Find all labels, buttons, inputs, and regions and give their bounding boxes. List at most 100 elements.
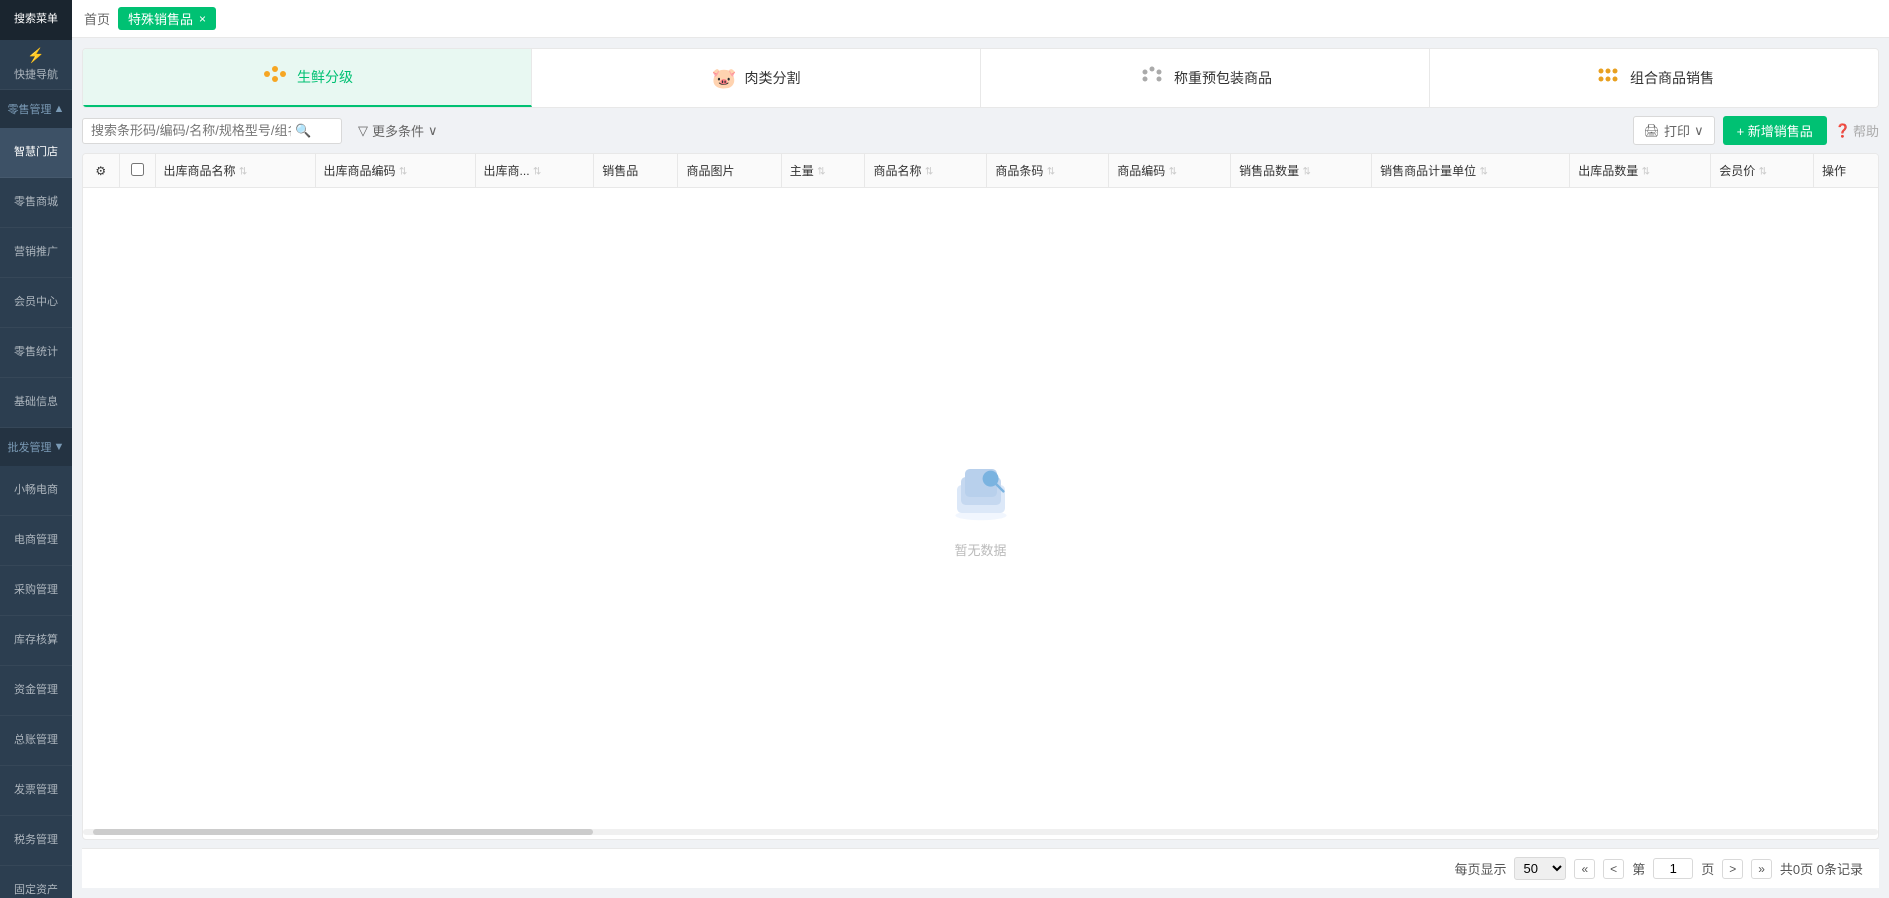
content-area: 生鲜分级 🐷 肉类分割 称重预包装商品 — [72, 38, 1889, 898]
sidebar-item-label: 固定资产 — [14, 883, 58, 898]
active-tab-tag[interactable]: 特殊销售品 × — [118, 7, 216, 30]
print-button[interactable]: 🖨 打印 ∨ — [1633, 116, 1715, 145]
page-number-input[interactable] — [1653, 858, 1693, 879]
sidebar-section-batch[interactable]: 批发管理 ▼ — [0, 428, 72, 466]
sidebar-item-inventory[interactable]: 库存核算 — [0, 616, 72, 666]
sidebar-item-label: 小畅电商 — [14, 483, 58, 498]
help-button[interactable]: ❓ 帮助 — [1835, 121, 1879, 140]
chevron-down-icon: ∨ — [1694, 123, 1704, 139]
sidebar-item-tax[interactable]: 税务管理 — [0, 816, 72, 866]
tab-card-fresh-grade[interactable]: 生鲜分级 — [83, 49, 532, 107]
sidebar-item-fixed-assets[interactable]: 固定资产 — [0, 866, 72, 898]
tab-close-button[interactable]: × — [199, 12, 206, 26]
filter-button[interactable]: ▽ 更多条件 ∨ — [350, 117, 446, 144]
chevron-icon: ▲ — [54, 103, 65, 115]
data-table: ⚙ 出库商品名称 ⇅ 出库商品编码 ⇅ 出库商... ⇅ — [83, 154, 1878, 188]
th-member-price[interactable]: 会员价 ⇅ — [1711, 154, 1814, 188]
toolbar: 🔍 ▽ 更多条件 ∨ 🖨 打印 ∨ + 新增销售品 ❓ — [82, 116, 1879, 145]
sidebar-item-retail-stats[interactable]: 零售统计 — [0, 328, 72, 378]
th-out-spec[interactable]: 出库商... ⇅ — [475, 154, 594, 188]
first-page-button[interactable]: « — [1574, 859, 1595, 879]
sidebar-item-ecom-mgmt[interactable]: 电商管理 — [0, 516, 72, 566]
sort-icon: ⇅ — [1759, 166, 1767, 177]
sort-icon: ⇅ — [1169, 166, 1177, 177]
th-item-barcode[interactable]: 商品条码 ⇅ — [987, 154, 1109, 188]
th-item-image[interactable]: 商品图片 — [678, 154, 781, 188]
sort-icon: ⇅ — [533, 166, 541, 177]
sidebar-item-label: 电商管理 — [14, 533, 58, 548]
sidebar-item-smart-store[interactable]: 智慧门店 — [0, 128, 72, 178]
tab-card-weigh-pack[interactable]: 称重预包装商品 — [981, 49, 1430, 107]
page-size-label: 每页显示 — [1454, 859, 1506, 878]
sidebar-item-label: 资金管理 — [14, 683, 58, 698]
sidebar-item-label: 营销推广 — [14, 245, 58, 260]
select-all-checkbox[interactable] — [131, 163, 144, 176]
table-container: ⚙ 出库商品名称 ⇅ 出库商品编码 ⇅ 出库商... ⇅ — [82, 153, 1879, 840]
sidebar-item-retail-mall[interactable]: 零售商城 — [0, 178, 72, 228]
sidebar-item-label: 会员中心 — [14, 295, 58, 310]
main-area: 首页 特殊销售品 × 生鲜分级 � — [72, 0, 1889, 898]
sidebar-item-basic-info[interactable]: 基础信息 — [0, 378, 72, 428]
sidebar-item-label: 总账管理 — [14, 733, 58, 748]
chevron-down-icon: ∨ — [428, 123, 438, 139]
sort-icon: ⇅ — [399, 166, 407, 177]
sort-icon: ⇅ — [1047, 166, 1055, 177]
th-out-name[interactable]: 出库商品名称 ⇅ — [155, 154, 315, 188]
print-label: 打印 — [1664, 121, 1690, 140]
th-sales-item[interactable]: 销售品 — [594, 154, 678, 188]
sidebar-item-label: 税务管理 — [14, 833, 58, 848]
tab-card-meat-cut[interactable]: 🐷 肉类分割 — [532, 49, 981, 107]
th-item-name[interactable]: 商品名称 ⇅ — [865, 154, 987, 188]
weigh-pack-icon — [1138, 64, 1166, 92]
tab-card-combo-sale[interactable]: 组合商品销售 — [1430, 49, 1878, 107]
total-label: 共0页 0条记录 — [1780, 859, 1863, 878]
tab-cards: 生鲜分级 🐷 肉类分割 称重预包装商品 — [82, 48, 1879, 108]
sort-icon: ⇅ — [1479, 166, 1487, 177]
sort-icon: ⇅ — [239, 166, 247, 177]
th-checkbox[interactable] — [119, 154, 155, 188]
sidebar-item-quick-nav[interactable]: ⚡ 快捷导航 — [0, 40, 72, 90]
sidebar-item-invoice[interactable]: 发票管理 — [0, 766, 72, 816]
th-out-qty[interactable]: 出库品数量 ⇅ — [1570, 154, 1711, 188]
scrollbar-thumb[interactable] — [93, 829, 593, 835]
table-header-row: ⚙ 出库商品名称 ⇅ 出库商品编码 ⇅ 出库商... ⇅ — [83, 154, 1878, 188]
sidebar-logo[interactable]: 搜索菜单 — [0, 0, 72, 40]
search-input[interactable] — [91, 123, 291, 138]
next-page-button[interactable]: > — [1722, 859, 1743, 879]
scrollbar-area[interactable] — [83, 829, 1878, 835]
quick-nav-icon: ⚡ — [27, 46, 44, 66]
sidebar-item-finance[interactable]: 资金管理 — [0, 666, 72, 716]
page-size-select[interactable]: 10 20 50 100 — [1514, 857, 1566, 880]
sidebar-item-label: 快捷导航 — [14, 68, 58, 83]
breadcrumb: 首页 — [84, 9, 110, 28]
th-gear[interactable]: ⚙ — [83, 154, 119, 188]
th-action: 操作 — [1814, 154, 1878, 188]
sidebar-section-retail[interactable]: 零售管理 ▲ — [0, 90, 72, 128]
sidebar-item-label: 基础信息 — [14, 395, 58, 410]
th-main-weight[interactable]: 主量 ⇅ — [781, 154, 865, 188]
sidebar-item-label: 智慧门店 — [14, 145, 58, 160]
sidebar-item-member[interactable]: 会员中心 — [0, 278, 72, 328]
empty-state: 暂无数据 — [83, 188, 1878, 829]
sidebar-item-purchase[interactable]: 采购管理 — [0, 566, 72, 616]
last-page-button[interactable]: » — [1751, 859, 1772, 879]
sort-icon: ⇅ — [925, 166, 933, 177]
help-label: 帮助 — [1853, 121, 1879, 140]
th-sales-qty[interactable]: 销售品数量 ⇅ — [1231, 154, 1372, 188]
sidebar-item-marketing[interactable]: 营销推广 — [0, 228, 72, 278]
tab-card-label: 称重预包装商品 — [1174, 68, 1272, 88]
th-item-code[interactable]: 商品编码 ⇅ — [1109, 154, 1231, 188]
th-sales-unit[interactable]: 销售商品计量单位 ⇅ — [1372, 154, 1570, 188]
sidebar-item-mini-ecom[interactable]: 小畅电商 — [0, 466, 72, 516]
filter-label: 更多条件 — [372, 121, 424, 140]
empty-text: 暂无数据 — [954, 540, 1006, 559]
add-product-button[interactable]: + 新增销售品 — [1723, 116, 1827, 145]
toolbar-right: 🖨 打印 ∨ + 新增销售品 ❓ 帮助 — [1633, 116, 1879, 145]
tab-card-label: 肉类分割 — [744, 68, 800, 88]
prev-page-button[interactable]: < — [1603, 859, 1624, 879]
sidebar: 搜索菜单 ⚡ 快捷导航 零售管理 ▲ 智慧门店 零售商城 营销推广 会员中心 零… — [0, 0, 72, 898]
search-icon[interactable]: 🔍 — [295, 123, 311, 139]
sort-icon: ⇅ — [1303, 166, 1311, 177]
sidebar-item-general-ledger[interactable]: 总账管理 — [0, 716, 72, 766]
th-out-code[interactable]: 出库商品编码 ⇅ — [315, 154, 475, 188]
